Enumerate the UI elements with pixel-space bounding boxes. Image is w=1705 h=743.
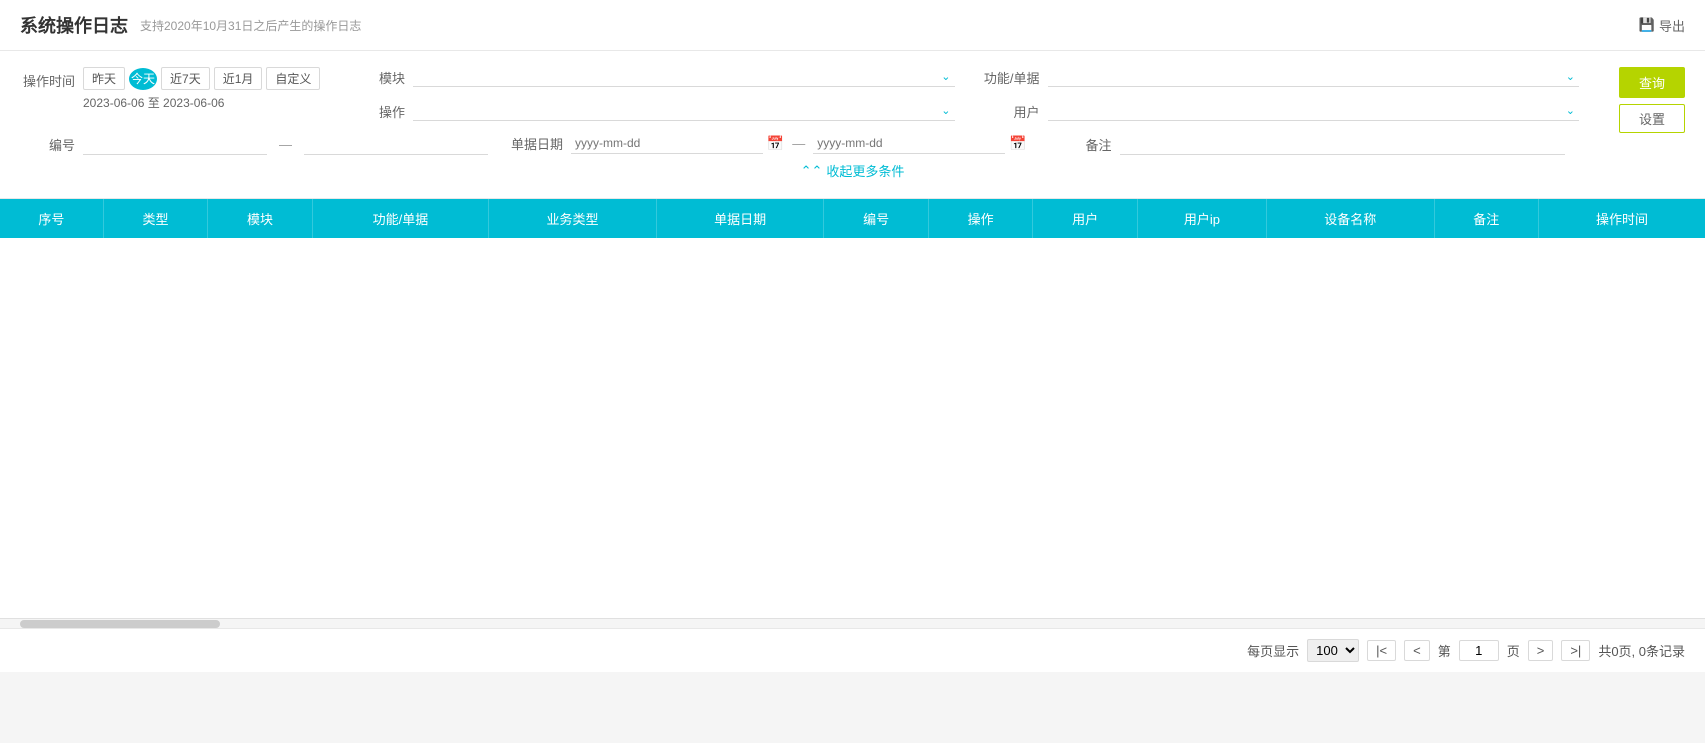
remark-input[interactable] xyxy=(1120,133,1566,155)
function-select[interactable]: ⌄ xyxy=(1048,67,1580,87)
operation-filter: 操作 ⌄ xyxy=(350,101,955,121)
document-date-label: 单据日期 xyxy=(508,134,563,153)
date-from-group: 📅 xyxy=(571,133,784,154)
module-filter: 模块 ⌄ xyxy=(350,67,955,87)
user-filter: 用户 ⌄ xyxy=(975,101,1580,121)
time-btn-1month[interactable]: 近1月 xyxy=(214,67,263,90)
pagination-bar: 每页显示 100 50 200 |< < 第 1 页 > >| 共0页, 0条记… xyxy=(0,628,1705,672)
table-container: 序号 类型 模块 功能/单据 业务类型 单据日期 编号 操作 用户 用户ip 设… xyxy=(0,199,1705,618)
page-label: 第 xyxy=(1438,641,1451,660)
date-to-input[interactable] xyxy=(813,133,1005,154)
number-dash: — xyxy=(275,137,296,152)
right-filters: 功能/单据 ⌄ 用户 ⌄ xyxy=(975,67,1580,121)
function-label: 功能/单据 xyxy=(975,68,1040,87)
page-unit: 页 xyxy=(1507,641,1520,660)
number-filter: 编号 — xyxy=(20,133,488,155)
export-button[interactable]: 💾 导出 xyxy=(1639,16,1685,35)
operation-time-section: 操作时间 昨天 今天 近7天 近1月 自定义 2023-06-06 至 2023… xyxy=(20,67,330,111)
col-doc-date: 单据日期 xyxy=(656,199,824,238)
col-number: 序号 xyxy=(0,199,103,238)
header-left: 系统操作日志 支持2020年10月31日之后产生的操作日志 xyxy=(20,12,361,38)
time-options-row: 昨天 今天 近7天 近1月 自定义 xyxy=(83,67,320,90)
module-select[interactable]: ⌄ xyxy=(413,67,955,87)
time-btn-custom[interactable]: 自定义 xyxy=(266,67,320,90)
col-type: 类型 xyxy=(103,199,207,238)
collapse-label: 收起更多条件 xyxy=(826,161,904,180)
second-filter-row: 编号 — 单据日期 📅 — 📅 备注 xyxy=(20,133,1685,155)
calendar-to-icon[interactable]: 📅 xyxy=(1009,135,1026,152)
page-number-input[interactable]: 1 xyxy=(1459,640,1499,661)
user-chevron-icon: ⌄ xyxy=(1566,104,1575,117)
number-from-input[interactable] xyxy=(83,133,267,155)
col-device: 设备名称 xyxy=(1266,199,1434,238)
collapse-icon: ⌃⌃ xyxy=(801,163,823,179)
export-label: 导出 xyxy=(1659,16,1685,35)
table-header-row: 序号 类型 模块 功能/单据 业务类型 单据日期 编号 操作 用户 用户ip 设… xyxy=(0,199,1705,238)
prev-page-button[interactable]: < xyxy=(1404,640,1430,661)
page-subtitle: 支持2020年10月31日之后产生的操作日志 xyxy=(140,17,361,34)
doc-date-filter: 单据日期 📅 — 📅 xyxy=(508,133,1027,154)
collapse-bar[interactable]: ⌃⌃ 收起更多条件 xyxy=(20,155,1685,182)
last-page-button[interactable]: >| xyxy=(1561,640,1590,661)
date-from-input[interactable] xyxy=(571,133,763,154)
number-to-input[interactable] xyxy=(304,133,488,155)
next-page-button[interactable]: > xyxy=(1528,640,1554,661)
first-page-button[interactable]: |< xyxy=(1367,640,1396,661)
date-dash: — xyxy=(792,136,805,151)
filter-area: 操作时间 昨天 今天 近7天 近1月 自定义 2023-06-06 至 2023… xyxy=(20,67,1685,133)
remark-label: 备注 xyxy=(1047,135,1112,154)
page-size-select[interactable]: 100 50 200 xyxy=(1307,639,1359,662)
calendar-from-icon[interactable]: 📅 xyxy=(767,135,784,152)
page-size-label: 每页显示 xyxy=(1247,641,1299,660)
table-header: 序号 类型 模块 功能/单据 业务类型 单据日期 编号 操作 用户 用户ip 设… xyxy=(0,199,1705,238)
number-label: 编号 xyxy=(20,135,75,154)
date-to-group: 📅 xyxy=(813,133,1026,154)
col-operation: 操作 xyxy=(928,199,1032,238)
col-user: 用户 xyxy=(1033,199,1137,238)
module-label: 模块 xyxy=(350,68,405,87)
time-btn-yesterday[interactable]: 昨天 xyxy=(83,67,125,90)
operation-label: 操作 xyxy=(350,102,405,121)
user-label: 用户 xyxy=(975,102,1040,121)
function-filter: 功能/单据 ⌄ xyxy=(975,67,1580,87)
page-title: 系统操作日志 xyxy=(20,12,128,38)
time-group: 昨天 今天 近7天 近1月 自定义 2023-06-06 至 2023-06-0… xyxy=(83,67,320,111)
date-range-display: 2023-06-06 至 2023-06-06 xyxy=(83,94,320,111)
export-icon: 💾 xyxy=(1639,17,1655,33)
operation-select[interactable]: ⌄ xyxy=(413,101,955,121)
col-function: 功能/单据 xyxy=(312,199,488,238)
time-btn-7days[interactable]: 近7天 xyxy=(161,67,210,90)
middle-filters: 模块 ⌄ 操作 ⌄ xyxy=(350,67,955,121)
filter-actions: 查询 设置 xyxy=(1619,67,1685,133)
settings-button[interactable]: 设置 xyxy=(1619,104,1685,133)
horizontal-scrollbar[interactable] xyxy=(0,618,1705,628)
operation-time-label: 操作时间 xyxy=(20,71,75,90)
col-number-val: 编号 xyxy=(824,199,928,238)
col-business-type: 业务类型 xyxy=(489,199,657,238)
time-btn-today[interactable]: 今天 xyxy=(129,68,157,90)
user-select[interactable]: ⌄ xyxy=(1048,101,1580,121)
operation-chevron-icon: ⌄ xyxy=(941,104,950,117)
query-button[interactable]: 查询 xyxy=(1619,67,1685,98)
data-table: 序号 类型 模块 功能/单据 业务类型 单据日期 编号 操作 用户 用户ip 设… xyxy=(0,199,1705,238)
total-label: 共0页, 0条记录 xyxy=(1598,641,1685,660)
module-chevron-icon: ⌄ xyxy=(941,70,950,83)
col-remark: 备注 xyxy=(1434,199,1538,238)
scrollbar-thumb[interactable] xyxy=(20,620,220,628)
empty-area xyxy=(0,238,1705,618)
col-op-time: 操作时间 xyxy=(1539,199,1705,238)
col-user-ip: 用户ip xyxy=(1137,199,1266,238)
col-module: 模块 xyxy=(208,199,312,238)
function-chevron-icon: ⌄ xyxy=(1566,70,1575,83)
page-header: 系统操作日志 支持2020年10月31日之后产生的操作日志 💾 导出 xyxy=(0,0,1705,51)
remark-filter: 备注 xyxy=(1047,133,1566,155)
filter-panel: 操作时间 昨天 今天 近7天 近1月 自定义 2023-06-06 至 2023… xyxy=(0,51,1705,199)
